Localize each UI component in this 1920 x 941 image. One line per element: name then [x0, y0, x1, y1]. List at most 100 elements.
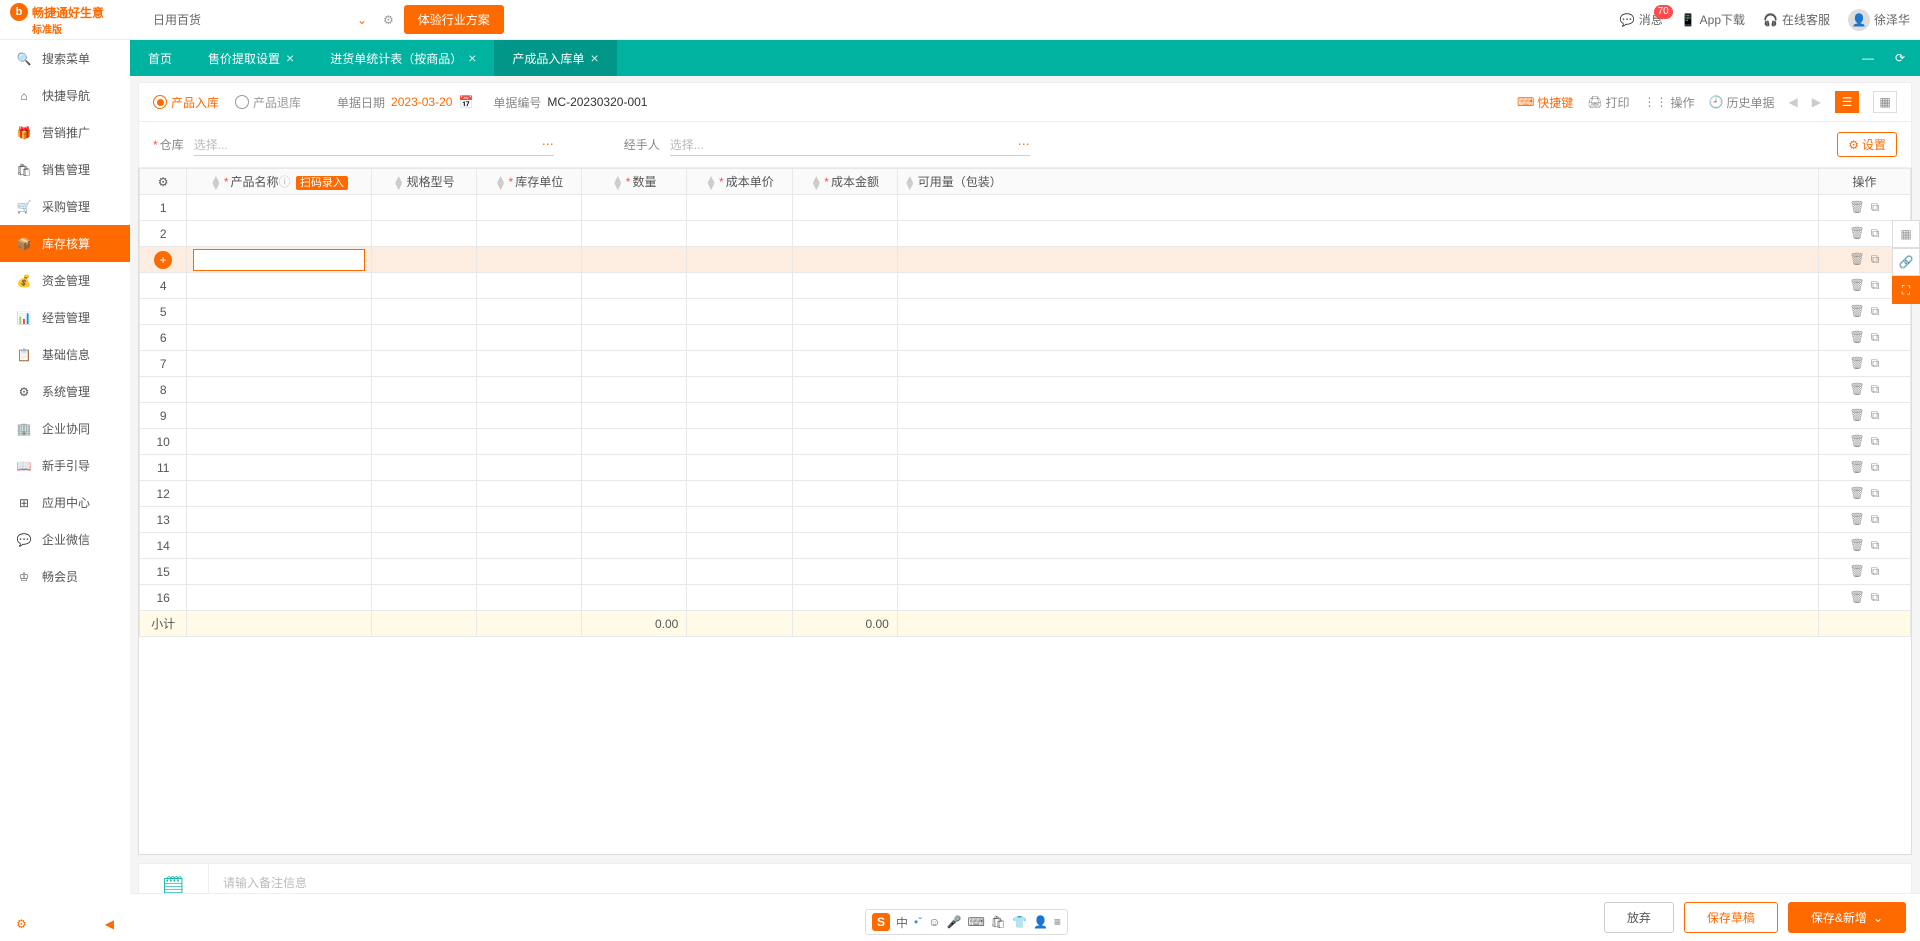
- row-copy-icon[interactable]: ⧉: [1871, 486, 1880, 500]
- row-delete-icon[interactable]: 🗑: [1850, 382, 1865, 396]
- sidebar-item-5[interactable]: 📦库存核算: [0, 225, 130, 262]
- table-row[interactable]: + 🗑 ⧉: [140, 247, 1911, 273]
- row-copy-icon[interactable]: ⧉: [1871, 538, 1880, 552]
- row-delete-icon[interactable]: 🗑: [1850, 330, 1865, 344]
- tab-2[interactable]: 进货单统计表（按商品）×: [312, 40, 494, 76]
- table-row[interactable]: 16🗑⧉: [140, 585, 1911, 611]
- tab-close-icon[interactable]: ×: [468, 50, 476, 66]
- row-copy-icon[interactable]: ⧉: [1871, 408, 1880, 422]
- history-link[interactable]: 🕘 历史单据: [1709, 94, 1775, 111]
- sidebar-item-2[interactable]: 🎁营销推广: [0, 114, 130, 151]
- row-copy-icon[interactable]: ⧉: [1871, 460, 1880, 474]
- row-delete-icon[interactable]: 🗑: [1850, 512, 1865, 526]
- ime-toolbar[interactable]: S 中 •ˇ☺🎤⌨🛍👕👤≡: [865, 909, 1068, 935]
- warehouse-more-icon[interactable]: ⋯: [542, 137, 554, 151]
- product-name-input[interactable]: [193, 249, 364, 271]
- hotkey-link[interactable]: ⌨ 快捷键: [1517, 94, 1573, 111]
- sidebar-item-9[interactable]: ⚙系统管理: [0, 373, 130, 410]
- table-row[interactable]: 7🗑⧉: [140, 351, 1911, 377]
- row-copy-icon[interactable]: ⧉: [1871, 434, 1880, 448]
- sidebar-item-7[interactable]: 📊经营管理: [0, 299, 130, 336]
- handler-select[interactable]: 选择...⋯: [670, 134, 1030, 156]
- tab-refresh-button[interactable]: ⟳: [1888, 46, 1912, 70]
- table-row[interactable]: 11🗑⧉: [140, 455, 1911, 481]
- radio-product-out[interactable]: 产品退库: [235, 94, 301, 111]
- table-row[interactable]: 14🗑⧉: [140, 533, 1911, 559]
- ime-lang[interactable]: 中: [896, 914, 908, 931]
- next-icon[interactable]: ▶: [1812, 95, 1821, 109]
- row-delete-icon[interactable]: 🗑: [1850, 564, 1865, 578]
- row-copy-icon[interactable]: ⧉: [1871, 330, 1880, 344]
- ops-link[interactable]: ⋮⋮ 操作: [1644, 94, 1695, 111]
- app-download-button[interactable]: 📱App下载: [1681, 11, 1745, 28]
- sidebar-item-0[interactable]: 🔍搜索菜单: [0, 40, 130, 77]
- col-spec[interactable]: ▲▼规格型号: [371, 169, 476, 195]
- sidebar-item-11[interactable]: 📖新手引导: [0, 447, 130, 484]
- row-copy-icon[interactable]: ⧉: [1871, 356, 1880, 370]
- table-row[interactable]: 4🗑⧉: [140, 273, 1911, 299]
- row-delete-icon[interactable]: 🗑: [1850, 304, 1865, 318]
- messages-button[interactable]: 💬消息 70: [1620, 11, 1663, 28]
- view-card-button[interactable]: ▦: [1873, 91, 1897, 113]
- row-copy-icon[interactable]: ⧉: [1871, 252, 1880, 266]
- col-unit[interactable]: ▲▼*库存单位: [476, 169, 581, 195]
- row-delete-icon[interactable]: 🗑: [1850, 226, 1865, 240]
- row-copy-icon[interactable]: ⧉: [1871, 278, 1880, 292]
- row-delete-icon[interactable]: 🗑: [1850, 408, 1865, 422]
- table-row[interactable]: 1🗑⧉: [140, 195, 1911, 221]
- table-row[interactable]: 13🗑⧉: [140, 507, 1911, 533]
- table-row[interactable]: 5🗑⧉: [140, 299, 1911, 325]
- sidebar-item-1[interactable]: ⌂快捷导航: [0, 77, 130, 114]
- row-copy-icon[interactable]: ⧉: [1871, 200, 1880, 214]
- radio-product-in[interactable]: 产品入库: [153, 94, 219, 111]
- row-delete-icon[interactable]: 🗑: [1850, 200, 1865, 214]
- service-button[interactable]: 🎧在线客服: [1763, 11, 1830, 28]
- row-copy-icon[interactable]: ⧉: [1871, 304, 1880, 318]
- sidebar-item-4[interactable]: 🛒采购管理: [0, 188, 130, 225]
- row-delete-icon[interactable]: 🗑: [1850, 252, 1865, 266]
- right-tool-1[interactable]: ▦: [1892, 220, 1920, 248]
- table-row[interactable]: 6🗑⧉: [140, 325, 1911, 351]
- user-menu[interactable]: 👤徐泽华: [1848, 9, 1910, 31]
- sidebar-item-13[interactable]: 💬企业微信: [0, 521, 130, 558]
- sidebar-item-3[interactable]: 🛍销售管理: [0, 151, 130, 188]
- category-select[interactable]: 日用百货 ⌄: [145, 7, 375, 32]
- right-tool-2[interactable]: 🔗: [1892, 248, 1920, 276]
- col-price[interactable]: ▲▼*成本单价: [687, 169, 792, 195]
- table-row[interactable]: 10🗑⧉: [140, 429, 1911, 455]
- handler-more-icon[interactable]: ⋯: [1018, 137, 1030, 151]
- table-row[interactable]: 8🗑⧉: [140, 377, 1911, 403]
- col-amt[interactable]: ▲▼*成本金额: [792, 169, 897, 195]
- try-solution-button[interactable]: 体验行业方案: [404, 5, 504, 34]
- sidebar-gear-icon[interactable]: ⚙: [16, 917, 27, 931]
- row-delete-icon[interactable]: 🗑: [1850, 356, 1865, 370]
- add-row-button[interactable]: +: [154, 251, 172, 269]
- tab-0[interactable]: 首页: [130, 40, 190, 76]
- date-value[interactable]: 2023-03-20: [391, 95, 452, 109]
- table-row[interactable]: 15🗑⧉: [140, 559, 1911, 585]
- category-gear-icon[interactable]: ⚙: [383, 13, 394, 27]
- tab-close-icon[interactable]: ×: [286, 50, 294, 66]
- scan-button[interactable]: 扫码录入: [296, 176, 348, 190]
- tab-close-icon[interactable]: ×: [590, 50, 598, 66]
- row-delete-icon[interactable]: 🗑: [1850, 538, 1865, 552]
- view-list-button[interactable]: ☰: [1835, 91, 1859, 113]
- col-product-name[interactable]: ▲▼*产品名称ⓘ 扫码录入: [187, 169, 371, 195]
- sidebar-collapse-icon[interactable]: ◀: [105, 917, 114, 931]
- sidebar-item-8[interactable]: 📋基础信息: [0, 336, 130, 373]
- row-delete-icon[interactable]: 🗑: [1850, 278, 1865, 292]
- row-delete-icon[interactable]: 🗑: [1850, 460, 1865, 474]
- tab-3[interactable]: 产成品入库单×: [494, 40, 616, 76]
- row-delete-icon[interactable]: 🗑: [1850, 486, 1865, 500]
- prev-icon[interactable]: ◀: [1789, 95, 1798, 109]
- col-qty[interactable]: ▲▼*数量: [582, 169, 687, 195]
- warehouse-select[interactable]: 选择...⋯: [194, 134, 554, 156]
- tab-minimize-button[interactable]: —: [1856, 46, 1880, 70]
- row-delete-icon[interactable]: 🗑: [1850, 434, 1865, 448]
- right-tool-expand[interactable]: ⛶: [1892, 276, 1920, 304]
- table-row[interactable]: 2🗑⧉: [140, 221, 1911, 247]
- table-row[interactable]: 12🗑⧉: [140, 481, 1911, 507]
- row-copy-icon[interactable]: ⧉: [1871, 512, 1880, 526]
- col-settings[interactable]: ⚙: [140, 169, 187, 195]
- form-settings-button[interactable]: ⚙设置: [1837, 132, 1897, 157]
